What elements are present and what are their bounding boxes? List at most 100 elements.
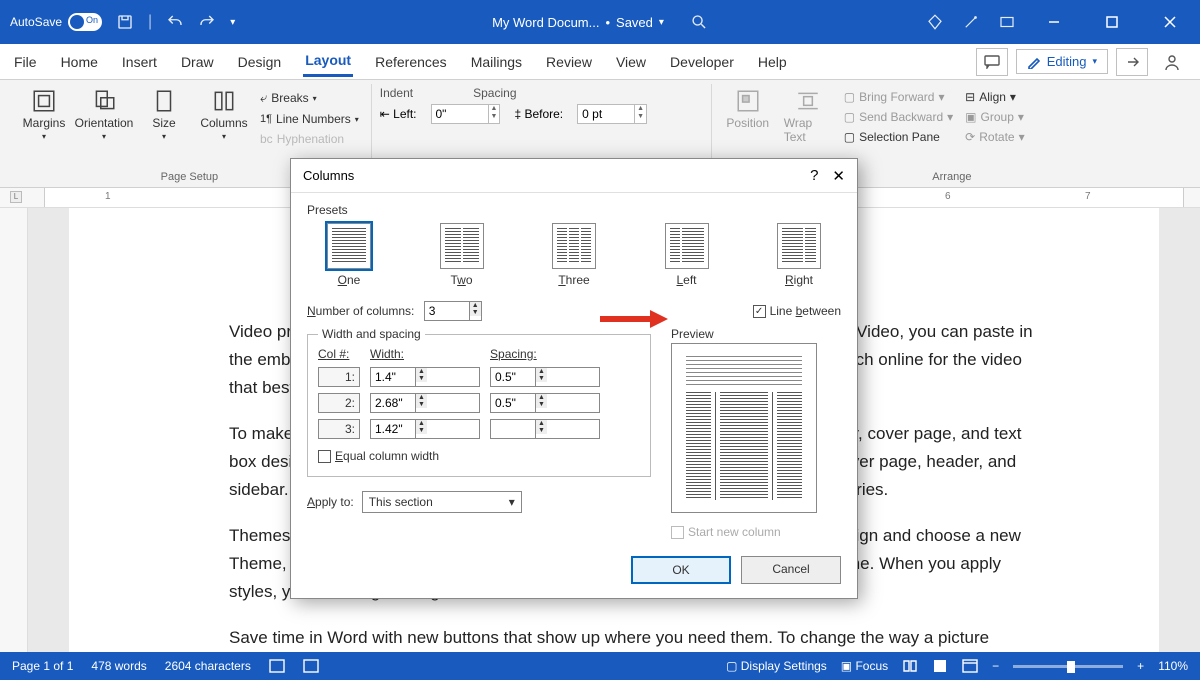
width-2-input[interactable]: ▲▼: [370, 393, 480, 413]
width-spacing-group: Width and spacing Col #: Width: Spacing:…: [307, 327, 651, 477]
position-button: Position: [720, 84, 776, 130]
margins-button[interactable]: Margins▾: [16, 84, 72, 141]
read-mode-icon[interactable]: [902, 659, 918, 673]
tab-mailings[interactable]: Mailings: [469, 48, 524, 76]
zoom-level[interactable]: 110%: [1158, 659, 1188, 673]
annotation-arrow: [598, 308, 668, 330]
search-icon[interactable]: [690, 13, 708, 31]
tab-insert[interactable]: Insert: [120, 48, 159, 76]
num-cols-input[interactable]: ▲▼: [424, 301, 482, 321]
dialog-title: Columns: [303, 168, 354, 183]
spacing-before-input[interactable]: ▲▼: [577, 104, 647, 124]
undo-icon[interactable]: [166, 13, 184, 31]
line-between-checkbox[interactable]: Line between: [753, 304, 841, 318]
save-icon[interactable]: [116, 13, 134, 31]
tab-references[interactable]: References: [373, 48, 449, 76]
redo-icon[interactable]: [198, 13, 216, 31]
indent-left-label: Left:: [393, 107, 416, 121]
bring-forward-button: ▢ Bring Forward ▾: [840, 88, 957, 106]
zoom-in-button[interactable]: +: [1137, 659, 1144, 673]
columns-dialog: Columns ? ✕ Presets One Two Three Left R…: [290, 158, 858, 599]
spacing-1-input[interactable]: ▲▼: [490, 367, 600, 387]
tab-file[interactable]: File: [12, 48, 39, 76]
autosave-label: AutoSave: [10, 15, 62, 29]
indent-label: Indent: [380, 86, 413, 100]
preset-right[interactable]: Right: [777, 223, 821, 287]
indent-left-input[interactable]: ▲▼: [431, 104, 501, 124]
doc-title: My Word Docum...: [492, 15, 599, 30]
display-settings-button[interactable]: ▢ Display Settings: [726, 659, 827, 673]
spacing-2-input[interactable]: ▲▼: [490, 393, 600, 413]
comments-button[interactable]: [976, 48, 1008, 76]
cancel-button[interactable]: Cancel: [741, 556, 841, 584]
spacing-before-label: Before:: [524, 107, 563, 121]
size-button[interactable]: Size▾: [136, 84, 192, 141]
titlebar: AutoSave On | ▾ My Word Docum... • Saved…: [0, 0, 1200, 44]
close-button[interactable]: [1150, 0, 1190, 44]
editing-mode-button[interactable]: Editing ▾: [1016, 49, 1108, 74]
status-chars[interactable]: 2604 characters: [165, 659, 251, 673]
tab-review[interactable]: Review: [544, 48, 594, 76]
share-button[interactable]: [1116, 48, 1148, 76]
vertical-ruler[interactable]: [0, 208, 28, 652]
autosave-toggle[interactable]: On: [68, 13, 102, 31]
wand-icon[interactable]: [962, 13, 980, 31]
equal-width-checkbox[interactable]: Equal column width: [318, 449, 439, 463]
col-num-header: Col #:: [318, 347, 360, 361]
diamond-icon[interactable]: [926, 13, 944, 31]
tab-design[interactable]: Design: [236, 48, 284, 76]
hyphenation-button[interactable]: bcHyphenation: [256, 130, 363, 148]
ok-button[interactable]: OK: [631, 556, 731, 584]
width-3-input[interactable]: ▲▼: [370, 419, 480, 439]
tab-developer[interactable]: Developer: [668, 48, 736, 76]
tab-home[interactable]: Home: [59, 48, 100, 76]
preset-left[interactable]: Left: [665, 223, 709, 287]
status-words[interactable]: 478 words: [91, 659, 146, 673]
status-page[interactable]: Page 1 of 1: [12, 659, 73, 673]
maximize-button[interactable]: [1092, 0, 1132, 44]
width-1-input[interactable]: ▲▼: [370, 367, 480, 387]
app-icon[interactable]: [998, 13, 1016, 31]
qat-separator: |: [148, 13, 152, 31]
col-num-1: 1:: [318, 367, 360, 387]
breaks-button[interactable]: ⤶Breaks▾: [256, 88, 363, 108]
preview-box: [671, 343, 817, 513]
num-cols-label: Number of columns:: [307, 304, 414, 318]
web-layout-icon[interactable]: [962, 659, 978, 673]
presets-label: Presets: [307, 203, 841, 217]
dialog-help-button[interactable]: ?: [810, 167, 818, 185]
orientation-button[interactable]: Orientation▾: [76, 84, 132, 141]
title-dropdown-icon[interactable]: ▾: [659, 17, 664, 28]
columns-button[interactable]: Columns▾: [196, 84, 252, 141]
zoom-slider[interactable]: [1013, 665, 1123, 668]
spacing-3-input[interactable]: ▲▼: [490, 419, 600, 439]
selection-pane-button[interactable]: ▢ Selection Pane: [840, 128, 957, 146]
accessibility-icon[interactable]: [303, 659, 319, 673]
dialog-close-button[interactable]: ✕: [832, 167, 845, 185]
focus-button[interactable]: ▣ Focus: [841, 659, 888, 673]
apply-to-select[interactable]: This section▾: [362, 491, 522, 513]
save-status: Saved: [616, 15, 653, 30]
spellcheck-icon[interactable]: [269, 659, 285, 673]
statusbar: Page 1 of 1 478 words 2604 characters ▢ …: [0, 652, 1200, 680]
spacing-label: Spacing: [473, 86, 516, 100]
zoom-out-button[interactable]: −: [992, 659, 999, 673]
preset-one[interactable]: One: [327, 223, 371, 287]
preview-label: Preview: [671, 327, 841, 341]
col-num-2: 2:: [318, 393, 360, 413]
pencil-icon: [1027, 55, 1041, 69]
tab-layout[interactable]: Layout: [303, 46, 353, 77]
print-layout-icon[interactable]: [932, 659, 948, 673]
line-numbers-button[interactable]: 1¶Line Numbers▾: [256, 110, 363, 128]
tab-help[interactable]: Help: [756, 48, 789, 76]
tab-draw[interactable]: Draw: [179, 48, 216, 76]
send-backward-button: ▢ Send Backward ▾: [840, 108, 957, 126]
qat-dropdown-icon[interactable]: ▾: [230, 17, 235, 28]
align-button[interactable]: ⊟ Align ▾: [961, 88, 1028, 106]
preset-two[interactable]: Two: [440, 223, 484, 287]
preset-three[interactable]: Three: [552, 223, 596, 287]
paragraph[interactable]: Save time in Word with new buttons that …: [229, 624, 1039, 652]
account-icon[interactable]: [1156, 48, 1188, 76]
minimize-button[interactable]: [1034, 0, 1074, 44]
tab-view[interactable]: View: [614, 48, 648, 76]
